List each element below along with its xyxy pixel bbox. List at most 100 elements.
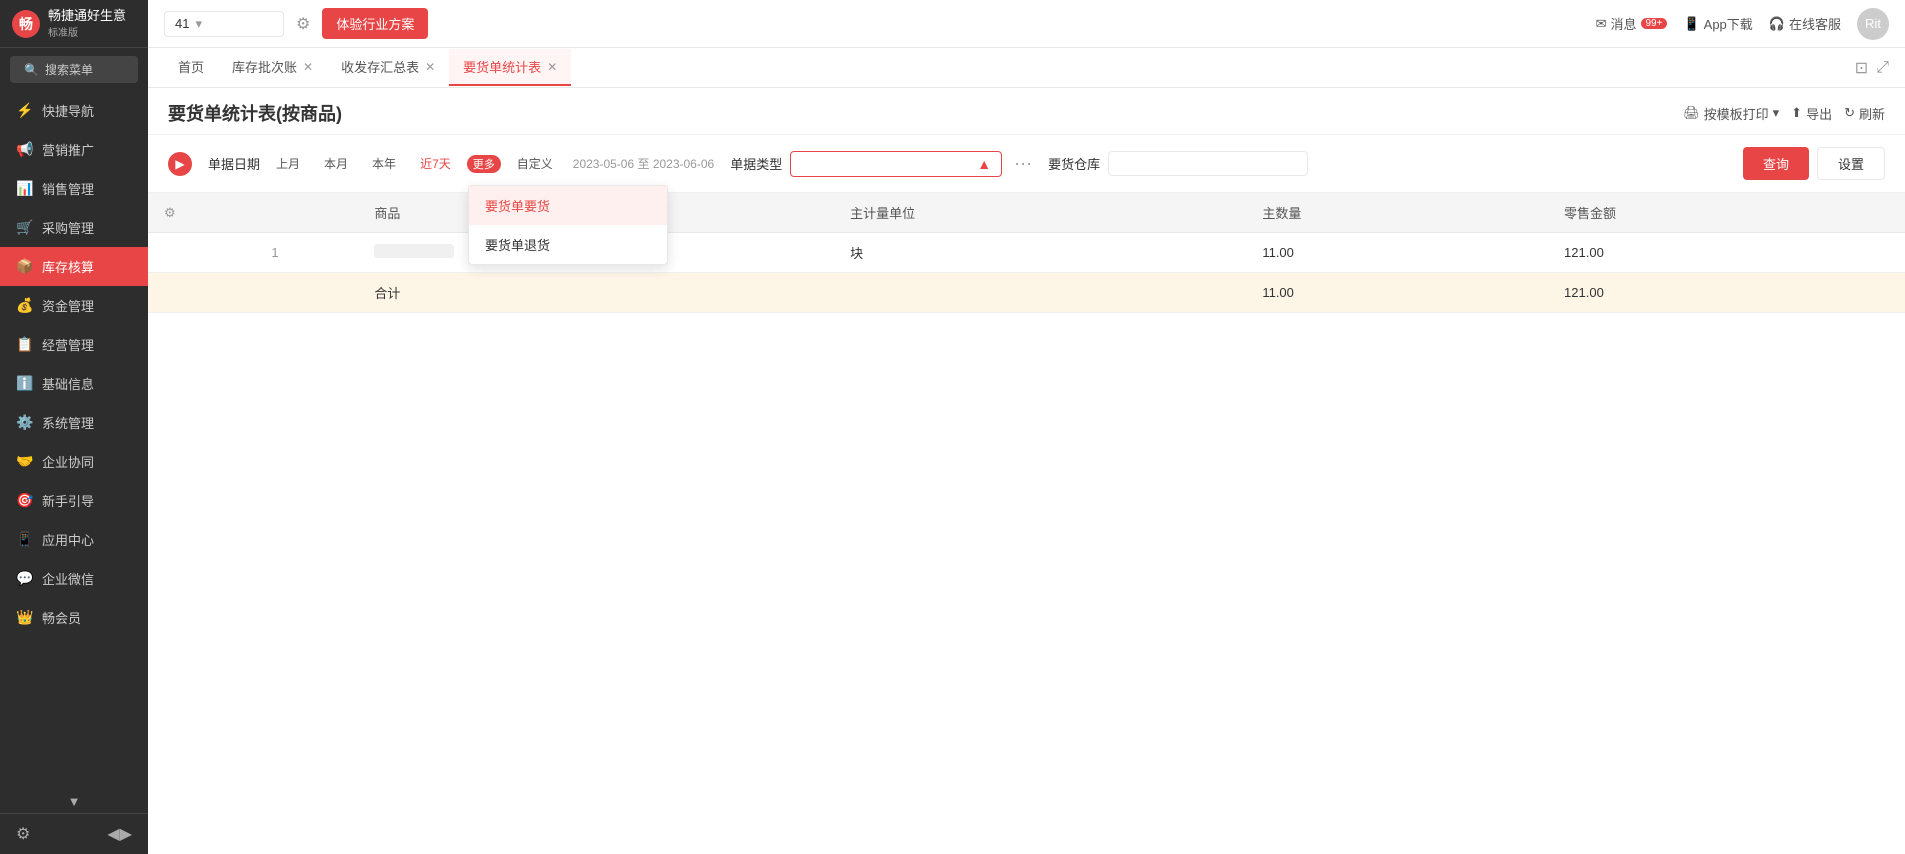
query-btn[interactable]: 查询 bbox=[1743, 147, 1809, 180]
footer-amount-cell: 121.00 bbox=[1548, 273, 1905, 313]
warehouse-filter-group: 要货仓库 bbox=[1048, 151, 1308, 176]
trial-btn[interactable]: 体验行业方案 bbox=[322, 8, 428, 39]
footer-quantity-cell: 11.00 bbox=[1246, 273, 1548, 313]
refresh-btn[interactable]: ↻ 刷新 bbox=[1844, 104, 1885, 123]
vip-icon: 👑 bbox=[16, 609, 34, 627]
message-btn[interactable]: ✉ 消息 99+ bbox=[1596, 14, 1668, 33]
col-quantity-header: 主数量 bbox=[1246, 193, 1548, 233]
main-area: 41 ▾ ⚙ 体验行业方案 ✉ 消息 99+ 📱 App下载 🎧 在线客服 Ri… bbox=[148, 0, 1905, 854]
sidebar-item-basic-info[interactable]: ℹ️ 基础信息 bbox=[0, 364, 148, 403]
export-btn[interactable]: ⬆ 导出 bbox=[1791, 104, 1832, 123]
sidebar-item-wechat[interactable]: 💬 企业微信 bbox=[0, 559, 148, 598]
print-btn[interactable]: 🖨 按模板打印 ▾ bbox=[1683, 104, 1779, 123]
tab-home[interactable]: 首页 bbox=[164, 49, 218, 86]
sidebar-item-quick-nav[interactable]: ⚡ 快捷导航 bbox=[0, 91, 148, 130]
type-select[interactable]: ▲ bbox=[790, 151, 1002, 177]
type-input[interactable] bbox=[801, 156, 977, 171]
type-dropdown: 要货单要货 要货单退货 bbox=[468, 185, 668, 265]
row-amount-cell: 121.00 bbox=[1548, 233, 1905, 273]
footer-label-cell: 合计 bbox=[358, 273, 834, 313]
sidebar-bottom: ⚙ ◀▶ bbox=[0, 813, 148, 854]
filter-more-icon[interactable]: ··· bbox=[1014, 153, 1032, 174]
app-download-btn[interactable]: 📱 App下载 bbox=[1683, 14, 1752, 33]
marketing-icon: 📢 bbox=[16, 141, 34, 159]
header-settings-icon[interactable]: ⚙ bbox=[296, 14, 310, 34]
row-unit-cell: 块 bbox=[834, 233, 1246, 273]
basic-info-icon: ℹ️ bbox=[16, 375, 34, 393]
print-icon: 🖨 bbox=[1683, 105, 1700, 121]
service-btn[interactable]: 🎧 在线客服 bbox=[1769, 14, 1841, 33]
sidebar-item-enterprise[interactable]: 🤝 企业协同 bbox=[0, 442, 148, 481]
warehouse-input[interactable] bbox=[1119, 156, 1297, 171]
goods-placeholder bbox=[374, 244, 454, 258]
dropdown-item-order-goods[interactable]: 要货单要货 bbox=[469, 186, 667, 225]
sidebar-item-finance[interactable]: 💰 资金管理 bbox=[0, 286, 148, 325]
tab-batch[interactable]: 库存批次账 ✕ bbox=[218, 49, 327, 86]
sidebar-item-app-center[interactable]: 📱 应用中心 bbox=[0, 520, 148, 559]
collapse-icon[interactable]: ◀▶ bbox=[107, 824, 132, 844]
tab-order-stats-close[interactable]: ✕ bbox=[547, 60, 557, 74]
refresh-icon: ↻ bbox=[1844, 105, 1855, 121]
sidebar-scroll-down[interactable]: ▼ bbox=[0, 790, 148, 813]
tab-order-stats[interactable]: 要货单统计表 ✕ bbox=[449, 49, 571, 86]
col-index-header bbox=[192, 193, 359, 233]
system-icon: ⚙️ bbox=[16, 414, 34, 432]
sidebar-item-marketing[interactable]: 📢 营销推广 bbox=[0, 130, 148, 169]
this-year-btn[interactable]: 本年 bbox=[364, 151, 404, 176]
sidebar-item-purchase[interactable]: 🛒 采购管理 bbox=[0, 208, 148, 247]
headset-icon: 🎧 bbox=[1769, 16, 1785, 32]
prev-month-btn[interactable]: 上月 bbox=[268, 151, 308, 176]
type-arrow-icon[interactable]: ▲ bbox=[977, 156, 991, 172]
quick-nav-icon: ⚡ bbox=[16, 102, 34, 120]
enterprise-icon: 🤝 bbox=[16, 453, 34, 471]
table-wrap: ⚙ 商品 主计量单位 主数量 零售金额 1 bbox=[148, 193, 1905, 313]
tab-batch-close[interactable]: ✕ bbox=[303, 60, 313, 74]
sidebar-nav: ⚡ 快捷导航 📢 营销推广 📊 销售管理 🛒 采购管理 📦 库存核算 💰 资金管… bbox=[0, 91, 148, 790]
header-left: 41 ▾ ⚙ 体验行业方案 bbox=[164, 8, 428, 39]
finance-icon: 💰 bbox=[16, 297, 34, 315]
page-content: 要货单统计表(按商品) 🖨 按模板打印 ▾ ⬆ 导出 ↻ 刷新 bbox=[148, 88, 1905, 854]
operations-icon: 📋 bbox=[16, 336, 34, 354]
warehouse-select[interactable] bbox=[1108, 151, 1308, 176]
tab-receivable[interactable]: 收发存汇总表 ✕ bbox=[327, 49, 449, 86]
last7-btn[interactable]: 近7天 bbox=[412, 151, 459, 176]
message-icon: ✉ bbox=[1596, 16, 1607, 32]
settings-form-btn[interactable]: 设置 bbox=[1817, 147, 1885, 180]
guide-icon: 🎯 bbox=[16, 492, 34, 510]
tab-window-icon[interactable]: ⊡ bbox=[1855, 58, 1868, 78]
export-icon: ⬆ bbox=[1791, 105, 1802, 121]
sidebar-item-inventory[interactable]: 📦 库存核算 bbox=[0, 247, 148, 286]
this-month-btn[interactable]: 本月 bbox=[316, 151, 356, 176]
filter-bar: ▶ 单据日期 上月 本月 本年 近7天 更多 自定义 2023-05-06 至 … bbox=[148, 135, 1905, 193]
footer-index-cell bbox=[192, 273, 359, 313]
tab-receivable-close[interactable]: ✕ bbox=[425, 60, 435, 74]
col-amount-header: 零售金额 bbox=[1548, 193, 1905, 233]
top-header: 41 ▾ ⚙ 体验行业方案 ✉ 消息 99+ 📱 App下载 🎧 在线客服 Ri… bbox=[148, 0, 1905, 48]
sidebar-item-system[interactable]: ⚙️ 系统管理 bbox=[0, 403, 148, 442]
store-selector[interactable]: 41 ▾ bbox=[164, 11, 284, 37]
sidebar-logo: 畅 畅捷通好生意 标准版 bbox=[0, 0, 148, 48]
filter-expand-btn[interactable]: ▶ bbox=[168, 152, 192, 176]
dropdown-item-order-return[interactable]: 要货单退货 bbox=[469, 225, 667, 264]
col-settings-icon[interactable]: ⚙ bbox=[164, 205, 176, 220]
sidebar-item-operations[interactable]: 📋 经营管理 bbox=[0, 325, 148, 364]
sidebar-item-sales[interactable]: 📊 销售管理 bbox=[0, 169, 148, 208]
logo-icon: 畅 bbox=[12, 10, 40, 38]
sales-icon: 📊 bbox=[16, 180, 34, 198]
header-right: ✉ 消息 99+ 📱 App下载 🎧 在线客服 Rit bbox=[1596, 8, 1889, 40]
col-settings-header: ⚙ bbox=[148, 193, 192, 233]
sidebar-item-vip[interactable]: 👑 畅会员 bbox=[0, 598, 148, 637]
app-center-icon: 📱 bbox=[16, 531, 34, 549]
search-menu-btn[interactable]: 🔍 搜索菜单 bbox=[10, 56, 138, 83]
page-title: 要货单统计表(按商品) bbox=[168, 100, 342, 126]
row-settings-cell bbox=[148, 233, 192, 273]
more-date-badge[interactable]: 更多 bbox=[467, 155, 501, 173]
sidebar: 畅 畅捷通好生意 标准版 🔍 搜索菜单 ⚡ 快捷导航 📢 营销推广 📊 销售管理… bbox=[0, 0, 148, 854]
settings-bottom-icon[interactable]: ⚙ bbox=[16, 824, 30, 844]
type-filter-group: 单据类型 ▲ ··· bbox=[730, 151, 1032, 177]
tab-expand-icon[interactable]: ⤢ bbox=[1876, 59, 1889, 77]
sidebar-item-guide[interactable]: 🎯 新手引导 bbox=[0, 481, 148, 520]
user-avatar[interactable]: Rit bbox=[1857, 8, 1889, 40]
inventory-icon: 📦 bbox=[16, 258, 34, 276]
custom-btn[interactable]: 自定义 bbox=[509, 151, 561, 176]
